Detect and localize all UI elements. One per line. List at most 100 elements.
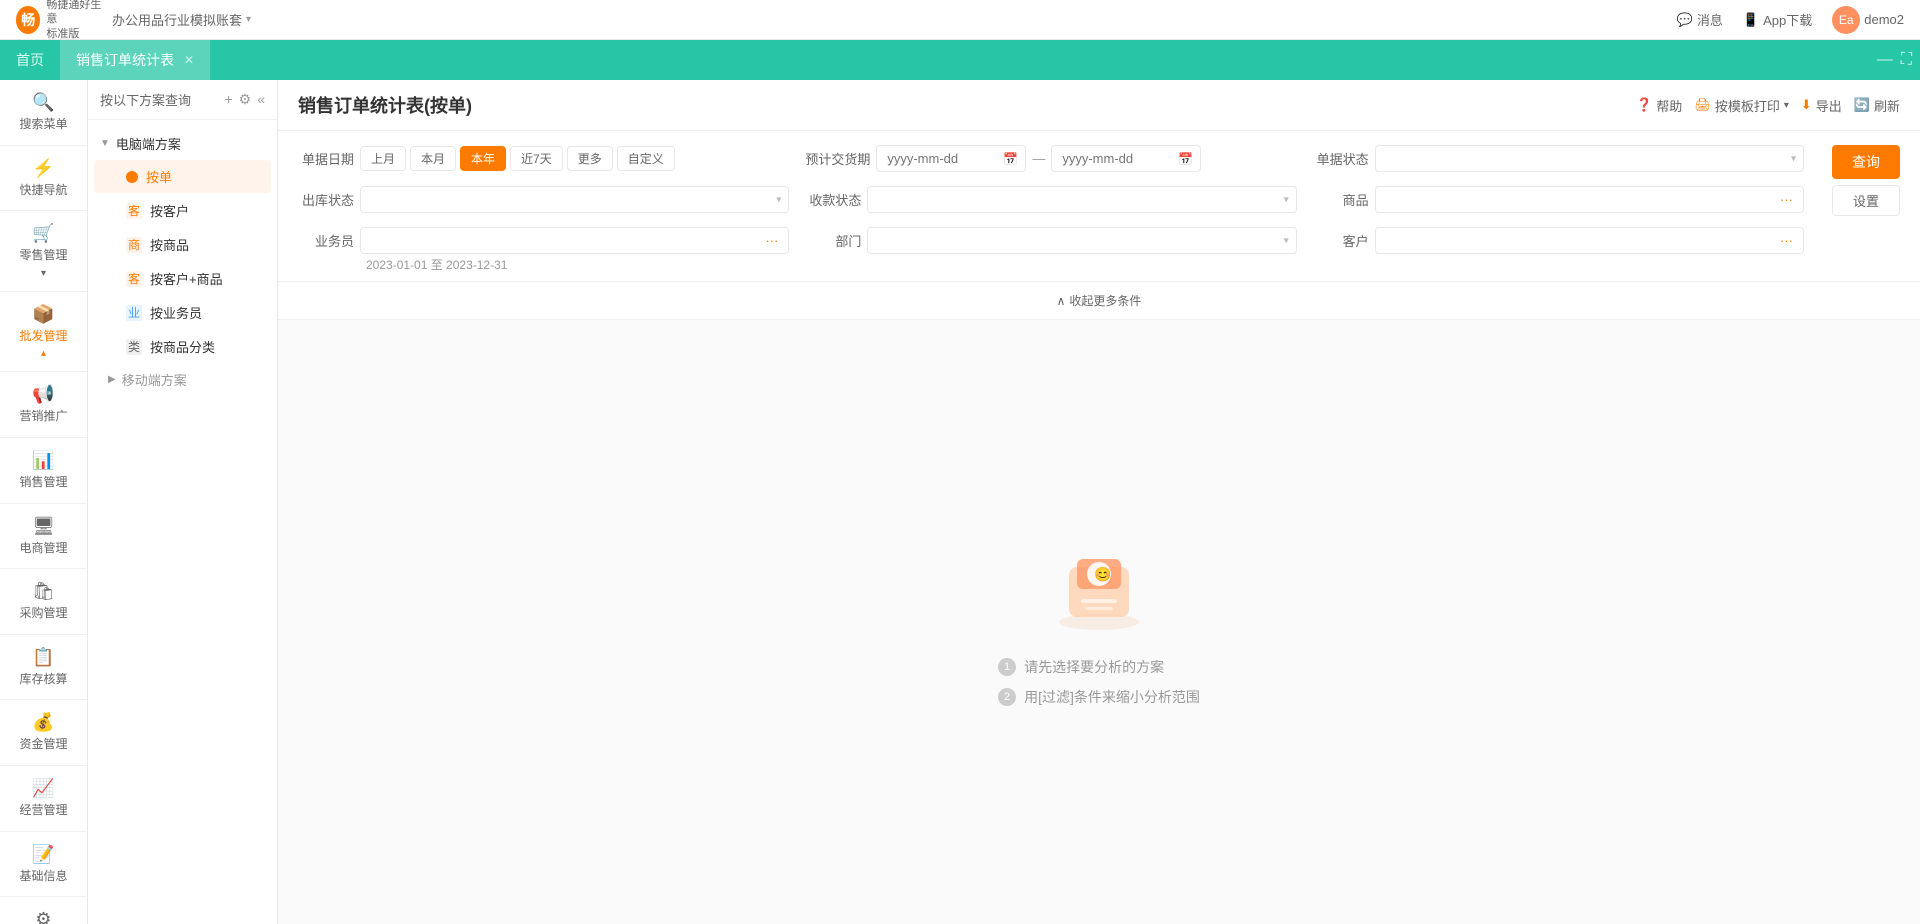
sidebar-item-operations[interactable]: 📈 经营管理 xyxy=(0,766,87,832)
tree-item-by-order[interactable]: circle 按单 xyxy=(94,160,271,193)
user-area[interactable]: Ea demo2 xyxy=(1832,6,1904,34)
filter-cell-delivery: 预计交货期 📅 — 📅 xyxy=(805,145,1296,172)
layout: 🔍 搜索菜单 ⚡ 快捷导航 🛒 零售管理 ▾ 📦 批发管理 ▴ 📢 营销推广 📊… xyxy=(0,80,1920,924)
tree-item-by-category[interactable]: 类 按商品分类 xyxy=(94,330,271,363)
sidebar-item-finance[interactable]: 💰 资金管理 xyxy=(0,700,87,766)
tree-item-by-salesperson-icon: 业 xyxy=(126,305,142,321)
svg-text:😊: 😊 xyxy=(1094,566,1111,582)
tree-item-by-customer-icon: 客 xyxy=(126,203,142,219)
breadcrumb: 办公用品行业模拟账套 ▾ xyxy=(112,10,251,29)
sidebar-item-inventory[interactable]: 📋 库存核算 xyxy=(0,635,87,701)
date-btns: 上月 本月 本年 近7天 更多 自定义 xyxy=(360,146,675,171)
page-title: 销售订单统计表(按单) xyxy=(298,92,472,118)
avatar: Ea xyxy=(1832,6,1860,34)
empty-illustration: 😊 xyxy=(1039,537,1159,637)
collapse-up-icon: ∧ xyxy=(1057,294,1066,308)
refresh-icon: 🔄 xyxy=(1854,97,1870,113)
customer-input-wrap: ··· xyxy=(1375,227,1804,254)
top-bar: 畅 畅捷通好生意 标准版 办公用品行业模拟账套 ▾ 💬 消息 📱 App下载 E… xyxy=(0,0,1920,40)
left-panel-tools: + ⚙ « xyxy=(224,91,265,108)
delivery-status-select[interactable] xyxy=(360,186,789,213)
tip1-text: 请先选择要分析的方案 xyxy=(1024,657,1164,677)
bill-status-label: 单据状态 xyxy=(1313,149,1369,168)
sys-mgmt-icon: ⚙ xyxy=(35,909,51,924)
bill-status-select[interactable] xyxy=(1375,145,1804,172)
date-btn-last-month[interactable]: 上月 xyxy=(360,146,406,171)
sidebar-item-sales-mgmt[interactable]: 📊 销售管理 xyxy=(0,438,87,504)
message-btn[interactable]: 💬 消息 xyxy=(1677,10,1723,29)
goods-dotdot-btn[interactable]: ··· xyxy=(1780,192,1793,207)
payment-status-select[interactable] xyxy=(867,186,1296,213)
collapse-panel-btn[interactable]: « xyxy=(257,91,265,108)
tab-maximize-icon[interactable]: ⛶ xyxy=(1901,51,1912,69)
empty-tip-1: 1 请先选择要分析的方案 xyxy=(998,657,1200,677)
query-btn[interactable]: 查询 xyxy=(1832,145,1900,179)
inventory-icon: 📋 xyxy=(32,647,54,668)
tree-sub-group-mobile-header[interactable]: ▶ 移动端方案 xyxy=(88,364,277,395)
top-bar-right: 💬 消息 📱 App下载 Ea demo2 xyxy=(1677,6,1904,34)
sidebar-item-search-menu[interactable]: 🔍 搜索菜单 xyxy=(0,80,87,146)
sidebar-item-basic-info[interactable]: 📝 基础信息 xyxy=(0,832,87,898)
breadcrumb-dropdown-icon[interactable]: ▾ xyxy=(246,14,251,25)
sidebar: 🔍 搜索菜单 ⚡ 快捷导航 🛒 零售管理 ▾ 📦 批发管理 ▴ 📢 营销推广 📊… xyxy=(0,80,88,924)
tree-item-by-customer[interactable]: 客 按客户 xyxy=(94,194,271,227)
date-btn-more[interactable]: 更多 xyxy=(567,146,613,171)
tab-bar-right: — ⛶ xyxy=(1877,51,1920,69)
date-btn-custom[interactable]: 自定义 xyxy=(617,146,675,171)
left-panel-title: 按以下方案查询 xyxy=(100,90,191,109)
filter-cell-date: 单据日期 上月 本月 本年 近7天 更多 自定义 xyxy=(298,145,789,172)
logo-area: 畅 畅捷通好生意 标准版 xyxy=(16,0,104,41)
add-scheme-btn[interactable]: + xyxy=(224,91,232,108)
tab-close-icon[interactable]: ✕ xyxy=(184,53,194,67)
left-panel-header: 按以下方案查询 + ⚙ « xyxy=(88,80,277,120)
page-header: 销售订单统计表(按单) ❓ 帮助 🖨 按模板打印 ▾ ⬇ 导出 🔄 刷新 xyxy=(278,80,1920,131)
date-btn-this-month[interactable]: 本月 xyxy=(410,146,456,171)
filter-cell-delivery-status: 出库状态 ▾ xyxy=(298,186,789,213)
tree-item-by-customer-goods-icon: 客 xyxy=(126,271,142,287)
sidebar-item-marketing[interactable]: 📢 营销推广 xyxy=(0,372,87,438)
help-icon: ❓ xyxy=(1636,97,1652,113)
filter-cell-bill-status: 单据状态 ▾ xyxy=(1313,145,1804,172)
tab-minimize-icon[interactable]: — xyxy=(1877,51,1893,69)
department-select-wrap: ▾ xyxy=(867,227,1296,254)
delivery-status-label: 出库状态 xyxy=(298,190,354,209)
date-btn-this-year[interactable]: 本年 xyxy=(460,146,506,171)
template-print-btn[interactable]: 🖨 按模板打印 ▾ xyxy=(1694,96,1789,115)
customer-dotdot-btn[interactable]: ··· xyxy=(1780,233,1793,248)
sidebar-item-retail-mgmt[interactable]: 🛒 零售管理 ▾ xyxy=(0,211,87,292)
sidebar-item-purchase[interactable]: 🛍 采购管理 xyxy=(0,569,87,635)
wholesale-mgmt-arrow-icon: ▴ xyxy=(41,348,46,359)
settings-btn[interactable]: 设置 xyxy=(1832,185,1900,216)
salesperson-dotdot-btn[interactable]: ··· xyxy=(765,233,778,248)
app-download-icon: 📱 xyxy=(1743,12,1759,28)
refresh-btn[interactable]: 🔄 刷新 xyxy=(1854,96,1900,115)
sales-mgmt-icon: 📊 xyxy=(32,450,54,471)
purchase-icon: 🛍 xyxy=(32,581,55,602)
tree-item-by-customer-goods[interactable]: 客 按客户+商品 xyxy=(94,262,271,295)
collapse-btn[interactable]: ∧ 收起更多条件 xyxy=(1057,292,1142,309)
help-btn[interactable]: ❓ 帮助 xyxy=(1636,96,1682,115)
collapse-bar[interactable]: ∧ 收起更多条件 xyxy=(278,282,1920,320)
goods-input-wrap: ··· xyxy=(1375,186,1804,213)
date-btn-7days[interactable]: 近7天 xyxy=(510,146,563,171)
department-label: 部门 xyxy=(805,231,861,250)
sidebar-item-ecommerce[interactable]: 🖥 电商管理 xyxy=(0,504,87,570)
logo-icon: 畅 xyxy=(16,6,40,34)
date-separator: — xyxy=(1032,151,1045,166)
salesperson-input-wrap: ··· xyxy=(360,227,789,254)
settings-scheme-btn[interactable]: ⚙ xyxy=(239,91,252,108)
export-btn[interactable]: ⬇ 导出 xyxy=(1801,96,1842,115)
tree-group-pc-header[interactable]: ▼ 电脑端方案 xyxy=(88,128,277,159)
tree-item-by-goods[interactable]: 商 按商品 xyxy=(94,228,271,261)
department-select[interactable] xyxy=(867,227,1296,254)
tab-home[interactable]: 首页 xyxy=(0,40,60,80)
sidebar-item-sys-mgmt[interactable]: ⚙ 系统管理 xyxy=(0,897,87,924)
tip2-text: 用[过滤]条件来缩小分析范围 xyxy=(1024,687,1200,707)
sidebar-item-wholesale-mgmt[interactable]: 📦 批发管理 ▴ xyxy=(0,292,87,373)
app-download-btn[interactable]: 📱 App下载 xyxy=(1743,10,1812,29)
tab-sales-order-stats[interactable]: 销售订单统计表 ✕ xyxy=(60,40,210,80)
sidebar-item-quick-nav[interactable]: ⚡ 快捷导航 xyxy=(0,146,87,212)
tree-item-by-salesperson[interactable]: 业 按业务员 xyxy=(94,296,271,329)
tree-group-pc: ▼ 电脑端方案 circle 按单 客 按客户 商 按商品 客 按客户+商品 xyxy=(88,128,277,363)
filter-cell-payment-status: 收款状态 ▾ xyxy=(805,186,1296,213)
